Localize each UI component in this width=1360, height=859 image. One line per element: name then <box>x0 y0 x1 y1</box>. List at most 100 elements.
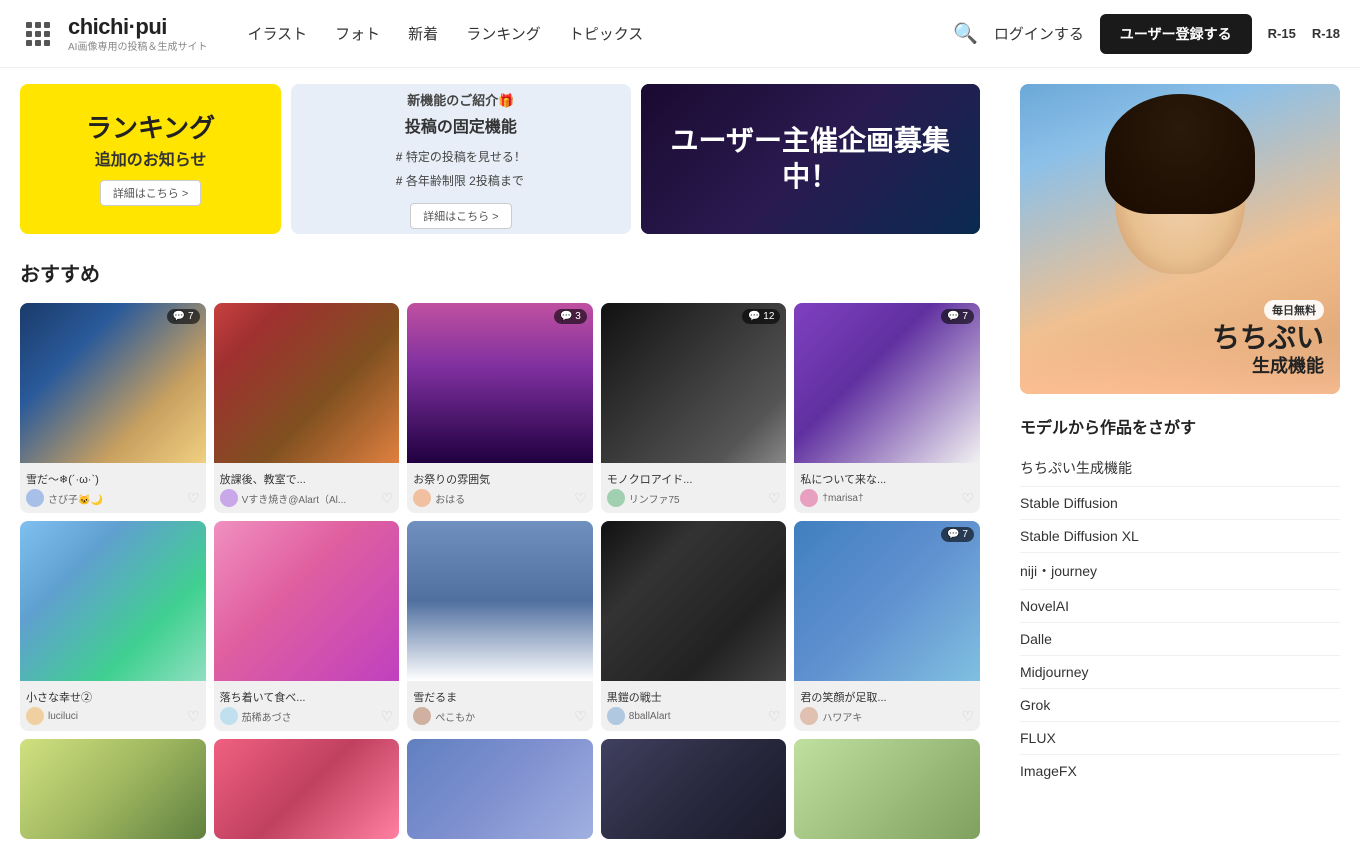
model-list-item[interactable]: ちちぷい生成機能 <box>1020 450 1340 487</box>
author-avatar <box>220 489 238 507</box>
model-list-item[interactable]: Stable Diffusion <box>1020 487 1340 520</box>
nav-photo[interactable]: フォト <box>335 23 380 44</box>
age-r18-badge[interactable]: R-18 <box>1312 26 1340 41</box>
sidebar-banner[interactable]: 毎日無料 ちちぷい 生成機能 <box>1020 84 1340 394</box>
like-button[interactable]: ♡ <box>574 708 587 725</box>
model-list: ちちぷい生成機能Stable DiffusionStable Diffusion… <box>1020 450 1340 787</box>
model-list-item[interactable]: Midjourney <box>1020 656 1340 689</box>
like-button[interactable]: ♡ <box>768 490 781 507</box>
model-list-item[interactable]: Stable Diffusion XL <box>1020 520 1340 553</box>
image-thumbnail <box>214 521 400 681</box>
image-thumbnail-bottom <box>20 739 206 839</box>
sidebar-banner-sub: 生成機能 <box>1212 352 1324 378</box>
image-author-row: さび子🐱🌙 ♡ <box>26 489 200 507</box>
image-card[interactable]: 落ち着いて食べ... 茄稀あづさ ♡ <box>214 521 400 731</box>
image-title: モノクロアイド... <box>607 471 781 487</box>
model-list-item[interactable]: Grok <box>1020 689 1340 722</box>
header-actions: 🔍 ログインする ユーザー登録する R-15 R-18 <box>953 14 1340 54</box>
image-title: 君の笑顔が足取... <box>800 689 974 705</box>
image-thumbnail <box>214 303 400 463</box>
model-list-item[interactable]: niji・journey <box>1020 553 1340 590</box>
comment-badge: 💬 7 <box>941 309 974 324</box>
main-content: ランキング 追加のお知らせ 詳細はこちら > 新機能のご紹介🎁 投稿の固定機能 … <box>0 68 1360 855</box>
logo-subtitle: AI画像専用の投稿＆生成サイト <box>68 38 207 53</box>
nav-new[interactable]: 新着 <box>408 23 438 44</box>
image-author-row: リンファ75 ♡ <box>607 489 781 507</box>
image-card-info: お祭りの雰囲気 おはる ♡ <box>407 463 593 513</box>
grid-menu-button[interactable] <box>20 16 56 52</box>
image-card[interactable]: 💬 7 私について来な... †marisa† ♡ <box>794 303 980 513</box>
image-thumbnail <box>794 303 980 463</box>
author-avatar <box>220 707 238 725</box>
comment-badge: 💬 7 <box>167 309 200 324</box>
image-card[interactable]: 雪だるま ぺこもか ♡ <box>407 521 593 731</box>
model-list-item[interactable]: ImageFX <box>1020 755 1340 787</box>
image-author-row: ハワアキ ♡ <box>800 707 974 725</box>
author-name: リンファ75 <box>629 491 768 506</box>
login-button[interactable]: ログインする <box>994 23 1084 44</box>
content-area: ランキング 追加のお知らせ 詳細はこちら > 新機能のご紹介🎁 投稿の固定機能 … <box>0 68 1000 855</box>
banner-community[interactable]: ユーザー主催企画募集中！ <box>641 84 980 234</box>
image-thumbnail-bottom <box>794 739 980 839</box>
author-name: Vすき焼き@Alart（Al... <box>242 491 381 506</box>
image-card[interactable]: 💬 3 お祭りの雰囲気 おはる ♡ <box>407 303 593 513</box>
like-button[interactable]: ♡ <box>381 490 394 507</box>
image-card[interactable]: 💬 7 雪だ～❄(´·ω·`) さび子🐱🌙 ♡ <box>20 303 206 513</box>
image-thumbnail <box>794 521 980 681</box>
image-card-bottom[interactable] <box>794 739 980 839</box>
image-grid-bottom <box>20 739 980 839</box>
image-card-bottom[interactable] <box>407 739 593 839</box>
image-card-info: 雪だるま ぺこもか ♡ <box>407 681 593 731</box>
banner-feature-btn[interactable]: 詳細はこちら > <box>410 203 511 229</box>
image-thumbnail <box>407 521 593 681</box>
image-card-bottom[interactable] <box>214 739 400 839</box>
author-name: †marisa† <box>822 493 961 504</box>
like-button[interactable]: ♡ <box>381 708 394 725</box>
image-card[interactable]: 黒鎧の戦士 8ballAlart ♡ <box>601 521 787 731</box>
image-title: 黒鎧の戦士 <box>607 689 781 705</box>
model-section-title: モデルから作品をさがす <box>1020 414 1340 438</box>
like-button[interactable]: ♡ <box>187 708 200 725</box>
search-button[interactable]: 🔍 <box>953 21 978 46</box>
model-list-item[interactable]: FLUX <box>1020 722 1340 755</box>
age-r15-badge[interactable]: R-15 <box>1268 26 1296 41</box>
banner-feature[interactable]: 新機能のご紹介🎁 投稿の固定機能 # 特定の投稿を見せる！ # 各年齢制限 2投… <box>291 84 630 234</box>
image-card[interactable]: 💬 7 君の笑顔が足取... ハワアキ ♡ <box>794 521 980 731</box>
like-button[interactable]: ♡ <box>961 490 974 507</box>
author-name: 茄稀あづさ <box>242 709 381 724</box>
model-list-item[interactable]: NovelAI <box>1020 590 1340 623</box>
sidebar: 毎日無料 ちちぷい 生成機能 モデルから作品をさがす ちちぷい生成機能Stabl… <box>1000 68 1360 855</box>
image-card-bottom[interactable] <box>20 739 206 839</box>
author-avatar <box>413 707 431 725</box>
recommend-title: おすすめ <box>20 258 980 287</box>
banner-feature-subtitle: 投稿の固定機能 <box>405 113 517 137</box>
image-grid: 💬 7 雪だ～❄(´·ω·`) さび子🐱🌙 ♡ 放課後、教室で... Vすき焼き… <box>20 303 980 731</box>
like-button[interactable]: ♡ <box>187 490 200 507</box>
image-card-info: 落ち着いて食べ... 茄稀あづさ ♡ <box>214 681 400 731</box>
image-card-bottom[interactable] <box>601 739 787 839</box>
banner-feature-content: 新機能のご紹介🎁 投稿の固定機能 # 特定の投稿を見せる！ # 各年齢制限 2投… <box>384 84 538 234</box>
image-title: 落ち着いて食べ... <box>220 689 394 705</box>
image-title: 小さな幸せ② <box>26 689 200 705</box>
image-author-row: 8ballAlart ♡ <box>607 707 781 725</box>
nav-ranking[interactable]: ランキング <box>466 23 541 44</box>
like-button[interactable]: ♡ <box>574 490 587 507</box>
author-avatar <box>413 489 431 507</box>
banner-ranking-btn[interactable]: 詳細はこちら > <box>100 180 201 206</box>
image-card-info: モノクロアイド... リンファ75 ♡ <box>601 463 787 513</box>
register-button[interactable]: ユーザー登録する <box>1100 14 1252 54</box>
like-button[interactable]: ♡ <box>961 708 974 725</box>
nav-topics[interactable]: トピックス <box>569 23 644 44</box>
image-title: 私について来な... <box>800 471 974 487</box>
image-title: 放課後、教室で... <box>220 471 394 487</box>
image-card-info: 放課後、教室で... Vすき焼き@Alart（Al... ♡ <box>214 463 400 513</box>
image-card[interactable]: 小さな幸せ② luciluci ♡ <box>20 521 206 731</box>
like-button[interactable]: ♡ <box>768 708 781 725</box>
model-list-item[interactable]: Dalle <box>1020 623 1340 656</box>
nav-illust[interactable]: イラスト <box>247 23 307 44</box>
banner-ranking[interactable]: ランキング 追加のお知らせ 詳細はこちら > <box>20 84 281 234</box>
image-card[interactable]: 放課後、教室で... Vすき焼き@Alart（Al... ♡ <box>214 303 400 513</box>
image-card[interactable]: 💬 12 モノクロアイド... リンファ75 ♡ <box>601 303 787 513</box>
logo[interactable]: chichi·pui AI画像専用の投稿＆生成サイト <box>68 14 207 53</box>
girl-hair <box>1105 94 1255 214</box>
